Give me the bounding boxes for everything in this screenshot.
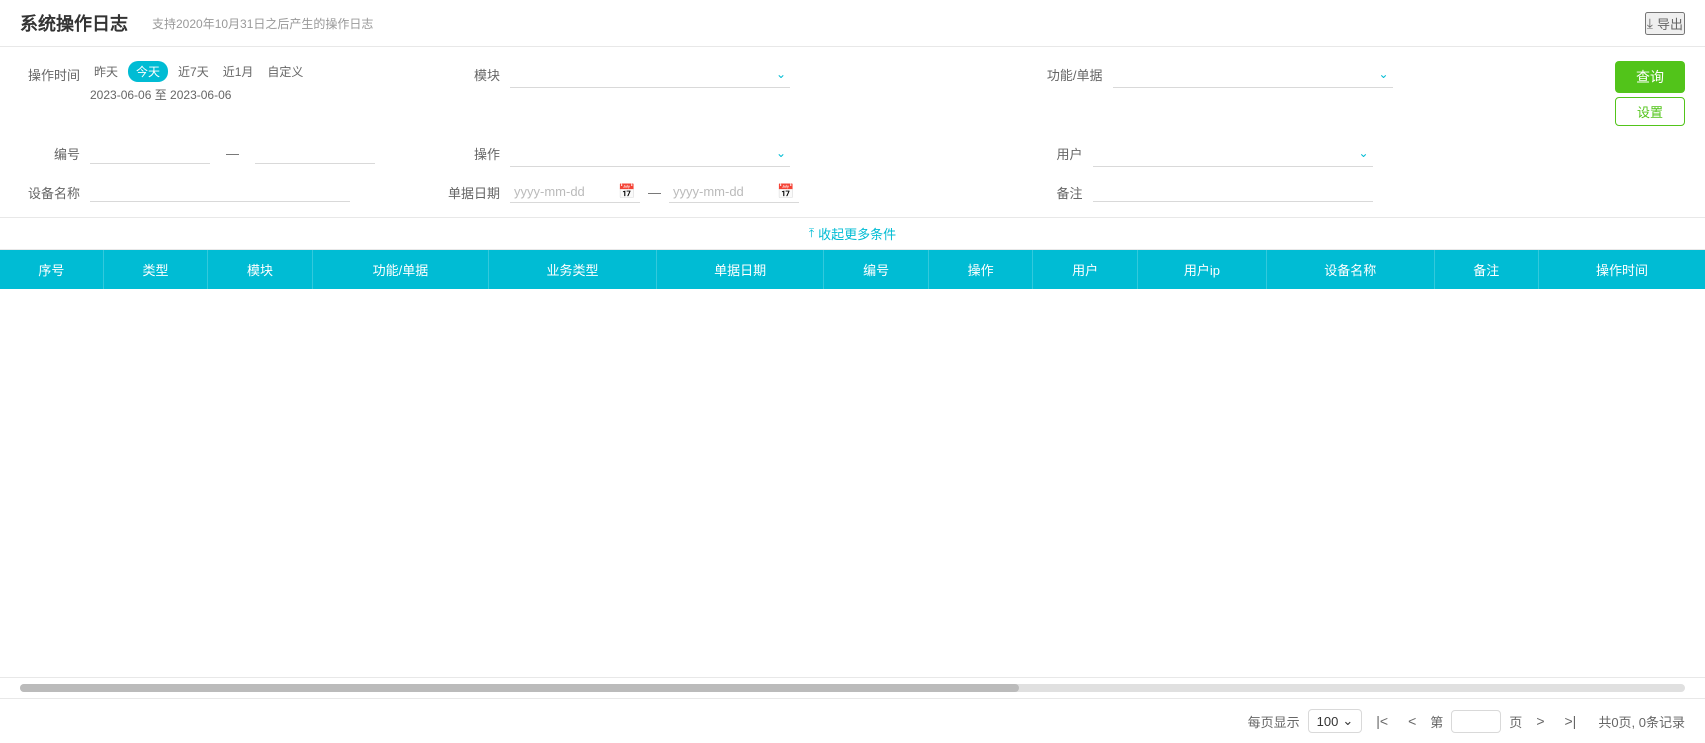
collapse-bar: ⤒ 收起更多条件 — [0, 218, 1705, 250]
user-value — [1097, 142, 1355, 164]
query-button[interactable]: 查询 — [1615, 61, 1685, 93]
remark-label: 备注 — [1013, 183, 1083, 202]
time-label: 操作时间 — [20, 65, 80, 84]
table-area: 序号 类型 模块 功能/单据 业务类型 单据日期 编号 操作 用户 用户ip 设… — [0, 250, 1705, 677]
device-label: 设备名称 — [20, 183, 80, 202]
col-op-time: 操作时间 — [1539, 250, 1705, 289]
pagination-bar: 每页显示 100 ⌄ |< < 第 1 页 > >| 共0页, 0条记录 — [0, 698, 1705, 743]
module-label: 模块 — [440, 65, 500, 84]
page-header: 系统操作日志 支持2020年10月31日之后产生的操作日志 ⤓ 导出 — [0, 0, 1705, 47]
page-input[interactable]: 1 — [1451, 710, 1501, 733]
col-user: 用户 — [1033, 250, 1137, 289]
code-input-to[interactable] — [255, 144, 375, 164]
user-chevron-icon: ⌄ — [1358, 146, 1368, 160]
user-filter-group: 用户 ⌄ — [1013, 140, 1546, 167]
col-module: 模块 — [208, 250, 312, 289]
col-seq: 序号 — [0, 250, 103, 289]
settings-button[interactable]: 设置 — [1615, 97, 1685, 126]
device-input[interactable] — [90, 182, 350, 202]
function-label: 功能/单据 — [1033, 65, 1103, 84]
col-code: 编号 — [824, 250, 928, 289]
code-dash: — — [226, 146, 239, 161]
module-value — [514, 63, 772, 85]
operation-label: 操作 — [440, 144, 500, 163]
per-page-select[interactable]: 100 ⌄ — [1308, 709, 1363, 733]
module-chevron-icon: ⌄ — [776, 67, 786, 81]
export-label: 导出 — [1657, 14, 1683, 33]
next-page-button[interactable]: > — [1530, 711, 1550, 731]
collapse-label: 收起更多条件 — [818, 224, 896, 243]
doc-date-from[interactable]: 📅 — [510, 181, 640, 203]
operation-value — [514, 142, 772, 164]
action-buttons: 查询 设置 — [1615, 61, 1685, 126]
page-title: 系统操作日志 — [20, 10, 128, 36]
doc-date-from-input[interactable] — [514, 184, 614, 199]
last-page-button[interactable]: >| — [1559, 711, 1583, 731]
remark-input[interactable] — [1093, 182, 1373, 202]
table-header-row: 序号 类型 模块 功能/单据 业务类型 单据日期 编号 操作 用户 用户ip 设… — [0, 250, 1705, 289]
col-doc-date: 单据日期 — [656, 250, 824, 289]
scrollbar-thumb[interactable] — [20, 684, 1019, 692]
device-filter-group: 设备名称 — [20, 182, 400, 202]
user-label: 用户 — [1013, 144, 1083, 163]
time-btn-custom[interactable]: 自定义 — [263, 61, 307, 82]
total-info: 共0页, 0条记录 — [1598, 712, 1685, 731]
user-select[interactable]: ⌄ — [1093, 140, 1373, 167]
data-table: 序号 类型 模块 功能/单据 业务类型 单据日期 编号 操作 用户 用户ip 设… — [0, 250, 1705, 289]
col-user-ip: 用户ip — [1137, 250, 1266, 289]
function-chevron-icon: ⌄ — [1378, 67, 1388, 81]
per-page-chevron-icon: ⌄ — [1342, 713, 1353, 729]
page-wrapper: 系统操作日志 支持2020年10月31日之后产生的操作日志 ⤓ 导出 操作时间 … — [0, 0, 1705, 743]
time-filter-group: 操作时间 昨天 今天 近7天 近1月 自定义 2023-06-06 至 2023… — [20, 61, 400, 103]
time-btn-today[interactable]: 今天 — [128, 61, 168, 82]
page-label: 第 — [1430, 712, 1443, 731]
scrollbar-area — [0, 677, 1705, 698]
time-btn-1month[interactable]: 近1月 — [219, 61, 258, 82]
operation-chevron-icon: ⌄ — [776, 146, 786, 160]
export-icon: ⤓ — [1647, 15, 1653, 32]
time-btn-yesterday[interactable]: 昨天 — [90, 61, 122, 82]
doc-date-filter-group: 单据日期 📅 — 📅 — [440, 181, 973, 203]
operation-filter-group: 操作 ⌄ — [440, 140, 973, 167]
page-subtitle: 支持2020年10月31日之后产生的操作日志 — [152, 15, 373, 32]
doc-date-label: 单据日期 — [440, 183, 500, 202]
function-filter-group: 功能/单据 ⌄ — [1033, 61, 1586, 88]
export-button[interactable]: ⤓ 导出 — [1645, 12, 1685, 35]
remark-filter-group: 备注 — [1013, 182, 1546, 202]
code-filter-group: 编号 — — [20, 144, 400, 164]
scrollbar-track — [20, 684, 1685, 692]
col-function: 功能/单据 — [312, 250, 488, 289]
col-biz-type: 业务类型 — [489, 250, 657, 289]
time-btn-7days[interactable]: 近7天 — [174, 61, 213, 82]
collapse-chevron-icon: ⤒ — [809, 226, 814, 241]
doc-date-to[interactable]: 📅 — [669, 181, 799, 203]
code-input-from[interactable] — [90, 144, 210, 164]
first-page-button[interactable]: |< — [1370, 711, 1394, 731]
col-type: 类型 — [103, 250, 207, 289]
function-value — [1117, 63, 1375, 85]
date-dash: — — [648, 185, 661, 200]
time-range: 2023-06-06 至 2023-06-06 — [90, 86, 307, 103]
per-page-value: 100 — [1317, 714, 1339, 729]
doc-date-to-input[interactable] — [673, 184, 773, 199]
col-device: 设备名称 — [1266, 250, 1434, 289]
prev-page-button[interactable]: < — [1402, 711, 1422, 731]
module-select[interactable]: ⌄ — [510, 61, 790, 88]
operation-select[interactable]: ⌄ — [510, 140, 790, 167]
time-buttons: 昨天 今天 近7天 近1月 自定义 — [90, 61, 307, 82]
empty-area — [0, 289, 1705, 649]
function-select[interactable]: ⌄ — [1113, 61, 1393, 88]
per-page-label: 每页显示 — [1248, 712, 1300, 731]
time-filter: 昨天 今天 近7天 近1月 自定义 2023-06-06 至 2023-06-0… — [90, 61, 307, 103]
col-operation: 操作 — [928, 250, 1032, 289]
code-label: 编号 — [20, 144, 80, 163]
filter-area: 操作时间 昨天 今天 近7天 近1月 自定义 2023-06-06 至 2023… — [0, 47, 1705, 218]
col-remark: 备注 — [1434, 250, 1538, 289]
calendar-icon-from[interactable]: 📅 — [618, 183, 635, 200]
page-unit: 页 — [1509, 712, 1522, 731]
module-filter-group: 模块 ⌄ — [440, 61, 993, 88]
collapse-button[interactable]: ⤒ 收起更多条件 — [809, 224, 896, 243]
calendar-icon-to[interactable]: 📅 — [777, 183, 794, 200]
